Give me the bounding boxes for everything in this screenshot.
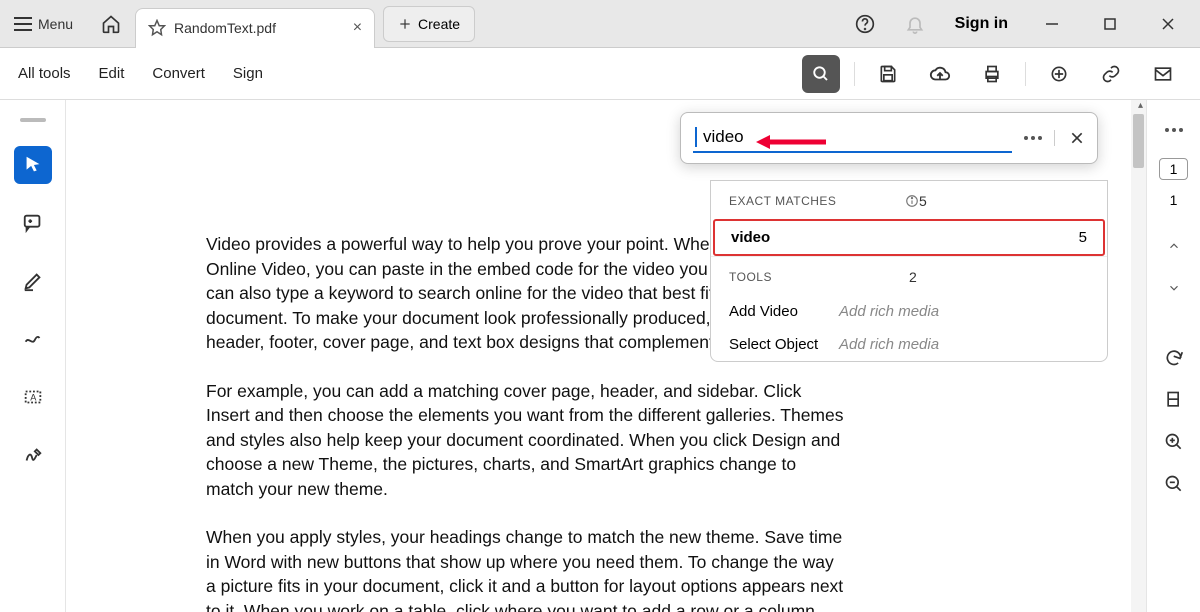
rail-handle[interactable] xyxy=(20,118,46,122)
find-close-button[interactable] xyxy=(1069,130,1085,146)
ai-button[interactable] xyxy=(1040,55,1078,93)
tab-close-button[interactable]: × xyxy=(353,19,362,37)
rail-menu-button[interactable] xyxy=(1165,128,1183,132)
tool-result-item[interactable]: Select Object Add rich media xyxy=(711,328,1107,361)
pencil-icon xyxy=(22,270,44,292)
find-input[interactable]: video xyxy=(693,123,1012,153)
all-tools-link[interactable]: All tools xyxy=(18,65,71,82)
exact-matches-count: 5 xyxy=(919,193,1089,209)
text-cursor xyxy=(695,127,697,147)
print-icon xyxy=(982,64,1002,84)
right-rail: 1 1 xyxy=(1146,100,1200,612)
cursor-icon xyxy=(22,154,44,176)
home-button[interactable] xyxy=(87,0,135,47)
comment-tool[interactable] xyxy=(14,204,52,242)
paragraph: For example, you can add a matching cove… xyxy=(206,379,846,502)
left-tool-rail: A xyxy=(0,100,66,612)
minimize-button[interactable] xyxy=(1030,6,1074,42)
zoom-out-button[interactable] xyxy=(1156,466,1192,502)
create-button[interactable]: Create xyxy=(383,6,475,42)
tool-name: Add Video xyxy=(729,303,839,320)
comment-icon xyxy=(22,212,44,234)
share-button[interactable] xyxy=(1144,55,1182,93)
document-tab[interactable]: RandomText.pdf × xyxy=(135,8,375,48)
menu-label: Menu xyxy=(38,16,73,32)
info-icon xyxy=(905,194,919,208)
tab-title: RandomText.pdf xyxy=(174,20,345,36)
search-result-item[interactable]: video 5 xyxy=(713,219,1105,256)
scrollbar-thumb[interactable] xyxy=(1133,114,1144,168)
paragraph: When you apply styles, your headings cha… xyxy=(206,525,846,612)
highlight-tool[interactable] xyxy=(14,262,52,300)
convert-link[interactable]: Convert xyxy=(152,65,205,82)
home-icon xyxy=(101,14,121,34)
result-count: 5 xyxy=(1079,229,1087,246)
close-window-button[interactable] xyxy=(1146,6,1190,42)
find-query: video xyxy=(703,127,744,147)
page-down-button[interactable] xyxy=(1156,270,1192,306)
mail-icon xyxy=(1153,64,1173,84)
print-button[interactable] xyxy=(973,55,1011,93)
tool-name: Select Object xyxy=(729,336,839,353)
rotate-button[interactable] xyxy=(1156,340,1192,376)
link-button[interactable] xyxy=(1092,55,1130,93)
page-count: 1 xyxy=(1170,192,1178,208)
help-button[interactable] xyxy=(847,6,883,42)
tools-header: TOOLS 2 xyxy=(711,257,1107,295)
create-label: Create xyxy=(418,16,460,32)
hamburger-icon xyxy=(14,17,32,31)
menu-button[interactable]: Menu xyxy=(0,0,87,47)
draw-tool[interactable] xyxy=(14,320,52,358)
help-icon xyxy=(855,14,875,34)
find-button[interactable] xyxy=(802,55,840,93)
save-icon xyxy=(878,64,898,84)
maximize-button[interactable] xyxy=(1088,6,1132,42)
tools-count: 2 xyxy=(909,269,1089,285)
cloud-button[interactable] xyxy=(921,55,959,93)
tool-result-item[interactable]: Add Video Add rich media xyxy=(711,295,1107,328)
textbox-icon: A xyxy=(22,386,44,408)
exact-matches-header: EXACT MATCHES 5 xyxy=(711,181,1107,219)
star-icon xyxy=(148,19,166,37)
page-input[interactable]: 1 xyxy=(1159,158,1189,180)
bell-icon xyxy=(905,14,925,34)
sign-link[interactable]: Sign xyxy=(233,65,263,82)
signin-button[interactable]: Sign in xyxy=(955,15,1008,33)
annotation-arrow-icon xyxy=(756,132,826,152)
fit-page-button[interactable] xyxy=(1156,382,1192,418)
cloud-upload-icon xyxy=(929,63,951,85)
zoom-in-button[interactable] xyxy=(1156,424,1192,460)
notifications-button[interactable] xyxy=(897,6,933,42)
sparkle-icon xyxy=(1049,64,1069,84)
vertical-scrollbar[interactable]: ▴ xyxy=(1131,100,1146,612)
textbox-tool[interactable]: A xyxy=(14,378,52,416)
signature-tool[interactable] xyxy=(14,436,52,474)
edit-link[interactable]: Edit xyxy=(99,65,125,82)
svg-text:A: A xyxy=(30,393,37,403)
save-button[interactable] xyxy=(869,55,907,93)
find-results-panel: EXACT MATCHES 5 video 5 TOOLS 2 Add Vide… xyxy=(710,180,1108,362)
scroll-up-arrow[interactable]: ▴ xyxy=(1138,100,1143,111)
find-panel: video xyxy=(680,112,1098,164)
link-icon xyxy=(1101,64,1121,84)
select-tool[interactable] xyxy=(14,146,52,184)
freehand-icon xyxy=(22,328,44,350)
sign-icon xyxy=(22,444,44,466)
find-options-button[interactable] xyxy=(1024,136,1042,140)
titlebar-right: Sign in xyxy=(847,6,1200,42)
tool-category: Add rich media xyxy=(839,303,939,320)
search-icon xyxy=(812,65,830,83)
page-up-button[interactable] xyxy=(1156,228,1192,264)
toolbar: All tools Edit Convert Sign xyxy=(0,48,1200,100)
plus-icon xyxy=(398,17,412,31)
titlebar: Menu RandomText.pdf × Create Sign in xyxy=(0,0,1200,48)
tool-category: Add rich media xyxy=(839,336,939,353)
result-text: video xyxy=(731,229,1079,246)
